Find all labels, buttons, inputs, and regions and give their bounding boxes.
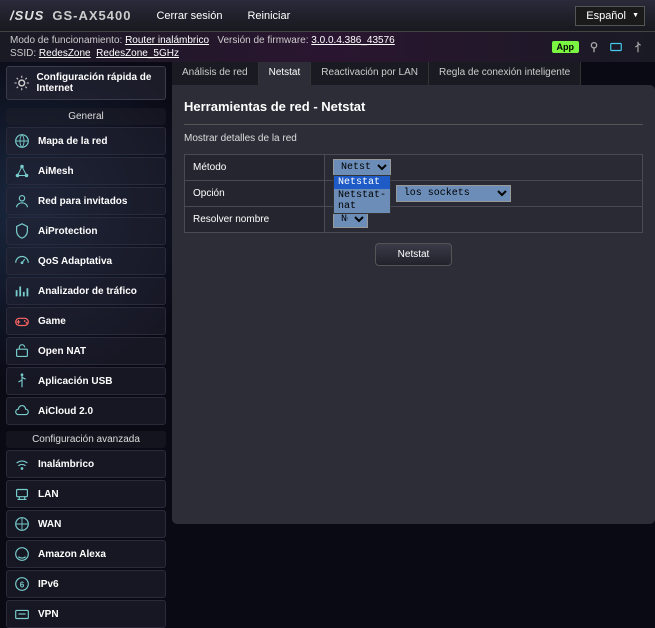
sidebar-label-3: AiProtection — [38, 226, 97, 237]
svg-text:6: 6 — [20, 581, 25, 590]
panel-title: Herramientas de red - Netstat — [184, 95, 643, 125]
sidebar-adv-icon-1 — [13, 485, 31, 503]
sidebar-adv-icon-4: 6 — [13, 575, 31, 593]
sidebar-icon-7 — [13, 342, 31, 360]
sidebar-adv-item-2[interactable]: WAN — [6, 510, 166, 538]
sidebar-adv-item-0[interactable]: Inalámbrico — [6, 450, 166, 478]
sidebar-icon-9 — [13, 402, 31, 420]
sidebar-icon-2 — [13, 192, 31, 210]
info-bar: Modo de funcionamiento: Router inalámbri… — [0, 32, 655, 62]
gear-icon — [13, 72, 30, 94]
sidebar-icon-6 — [13, 312, 31, 330]
method-select[interactable]: Netstat — [333, 159, 391, 176]
sidebar-label-0: Mapa de la red — [38, 136, 107, 147]
method-dropdown[interactable]: Netstat Netstat-nat — [333, 175, 391, 214]
sidebar-adv-icon-0 — [13, 455, 31, 473]
sidebar: Configuración rápida de Internet General… — [0, 62, 172, 524]
sidebar-adv-label-0: Inalámbrico — [38, 459, 94, 470]
sidebar-label-9: AiCloud 2.0 — [38, 406, 93, 417]
resolve-label: Resolver nombre — [185, 207, 325, 233]
tab-0[interactable]: Análisis de red — [172, 62, 259, 85]
sidebar-label-2: Red para invitados — [38, 196, 127, 207]
sidebar-item-2[interactable]: Red para invitados — [6, 187, 166, 215]
method-option-netstat-nat[interactable]: Netstat-nat — [334, 189, 390, 213]
sidebar-icon-8 — [13, 372, 31, 390]
sidebar-adv-item-1[interactable]: LAN — [6, 480, 166, 508]
tab-2[interactable]: Reactivación por LAN — [311, 62, 429, 85]
logout-button[interactable]: Cerrar sesión — [156, 10, 222, 22]
brand-logo: /SUS — [10, 8, 44, 23]
sidebar-item-6[interactable]: Game — [6, 307, 166, 335]
tab-bar: Análisis de redNetstatReactivación por L… — [172, 62, 655, 85]
option-label: Opción — [185, 181, 325, 207]
model-name: GS-AX5400 — [52, 8, 131, 23]
sidebar-label-8: Aplicación USB — [38, 376, 112, 387]
sidebar-label-4: QoS Adaptativa — [38, 256, 112, 267]
fw-label: Versión de firmware: — [217, 35, 308, 46]
sidebar-item-3[interactable]: AiProtection — [6, 217, 166, 245]
content-area: Análisis de redNetstatReactivación por L… — [172, 62, 655, 524]
panel-subtitle: Mostrar detalles de la red — [184, 125, 643, 154]
sidebar-adv-icon-5 — [13, 605, 31, 623]
mode-label: Modo de funcionamiento: — [10, 35, 122, 46]
quick-setup-label: Configuración rápida de Internet — [36, 72, 159, 94]
pin-icon[interactable] — [587, 40, 601, 54]
clients-icon[interactable] — [609, 40, 623, 54]
sidebar-item-1[interactable]: AiMesh — [6, 157, 166, 185]
sidebar-adv-label-2: WAN — [38, 519, 61, 530]
sidebar-item-5[interactable]: Analizador de tráfico — [6, 277, 166, 305]
mode-value[interactable]: Router inalámbrico — [125, 35, 209, 46]
sidebar-adv-icon-3 — [13, 545, 31, 563]
app-badge[interactable]: App — [552, 41, 580, 53]
sidebar-adv-label-1: LAN — [38, 489, 59, 500]
tab-1[interactable]: Netstat — [259, 62, 312, 85]
panel: Herramientas de red - Netstat Mostrar de… — [172, 85, 655, 524]
option-select-2[interactable]: los sockets — [396, 185, 511, 202]
sidebar-adv-item-4[interactable]: 6 IPv6 — [6, 570, 166, 598]
sidebar-icon-1 — [13, 162, 31, 180]
sidebar-item-7[interactable]: Open NAT — [6, 337, 166, 365]
sidebar-icon-4 — [13, 252, 31, 270]
sidebar-adv-item-5[interactable]: VPN — [6, 600, 166, 628]
sidebar-label-6: Game — [38, 316, 66, 327]
topbar: /SUS GS-AX5400 Cerrar sesión Reiniciar E… — [0, 0, 655, 32]
sidebar-item-4[interactable]: QoS Adaptativa — [6, 247, 166, 275]
method-label: Método — [185, 155, 325, 181]
sidebar-label-7: Open NAT — [38, 346, 86, 357]
method-option-netstat[interactable]: Netstat — [334, 176, 390, 189]
sidebar-icon-5 — [13, 282, 31, 300]
ssid-label: SSID: — [10, 48, 36, 59]
sidebar-icon-0 — [13, 132, 31, 150]
usb-icon[interactable] — [631, 40, 645, 54]
tab-3[interactable]: Regla de conexión inteligente — [429, 62, 581, 85]
language-select[interactable]: Español — [575, 6, 645, 26]
sidebar-icon-3 — [13, 222, 31, 240]
quick-setup-button[interactable]: Configuración rápida de Internet — [6, 66, 166, 100]
sidebar-adv-item-3[interactable]: Amazon Alexa — [6, 540, 166, 568]
sidebar-item-9[interactable]: AiCloud 2.0 — [6, 397, 166, 425]
sidebar-label-1: AiMesh — [38, 166, 74, 177]
fw-value[interactable]: 3.0.0.4.386_43576 — [311, 35, 394, 46]
ssid2[interactable]: RedesZone_5GHz — [96, 48, 179, 59]
language-label: Español — [586, 10, 626, 22]
sidebar-item-0[interactable]: Mapa de la red — [6, 127, 166, 155]
sidebar-adv-icon-2 — [13, 515, 31, 533]
ssid1[interactable]: RedesZone — [39, 48, 91, 59]
form-table: Método Netstat Netstat Netstat-nat Opció… — [184, 154, 643, 233]
netstat-button[interactable]: Netstat — [375, 243, 453, 266]
sidebar-item-8[interactable]: Aplicación USB — [6, 367, 166, 395]
sidebar-adv-label-3: Amazon Alexa — [38, 549, 106, 560]
advanced-header: Configuración avanzada — [6, 431, 166, 448]
general-header: General — [6, 108, 166, 125]
reboot-button[interactable]: Reiniciar — [247, 10, 290, 22]
sidebar-adv-label-4: IPv6 — [38, 579, 59, 590]
sidebar-adv-label-5: VPN — [38, 609, 59, 620]
sidebar-label-5: Analizador de tráfico — [38, 286, 137, 297]
